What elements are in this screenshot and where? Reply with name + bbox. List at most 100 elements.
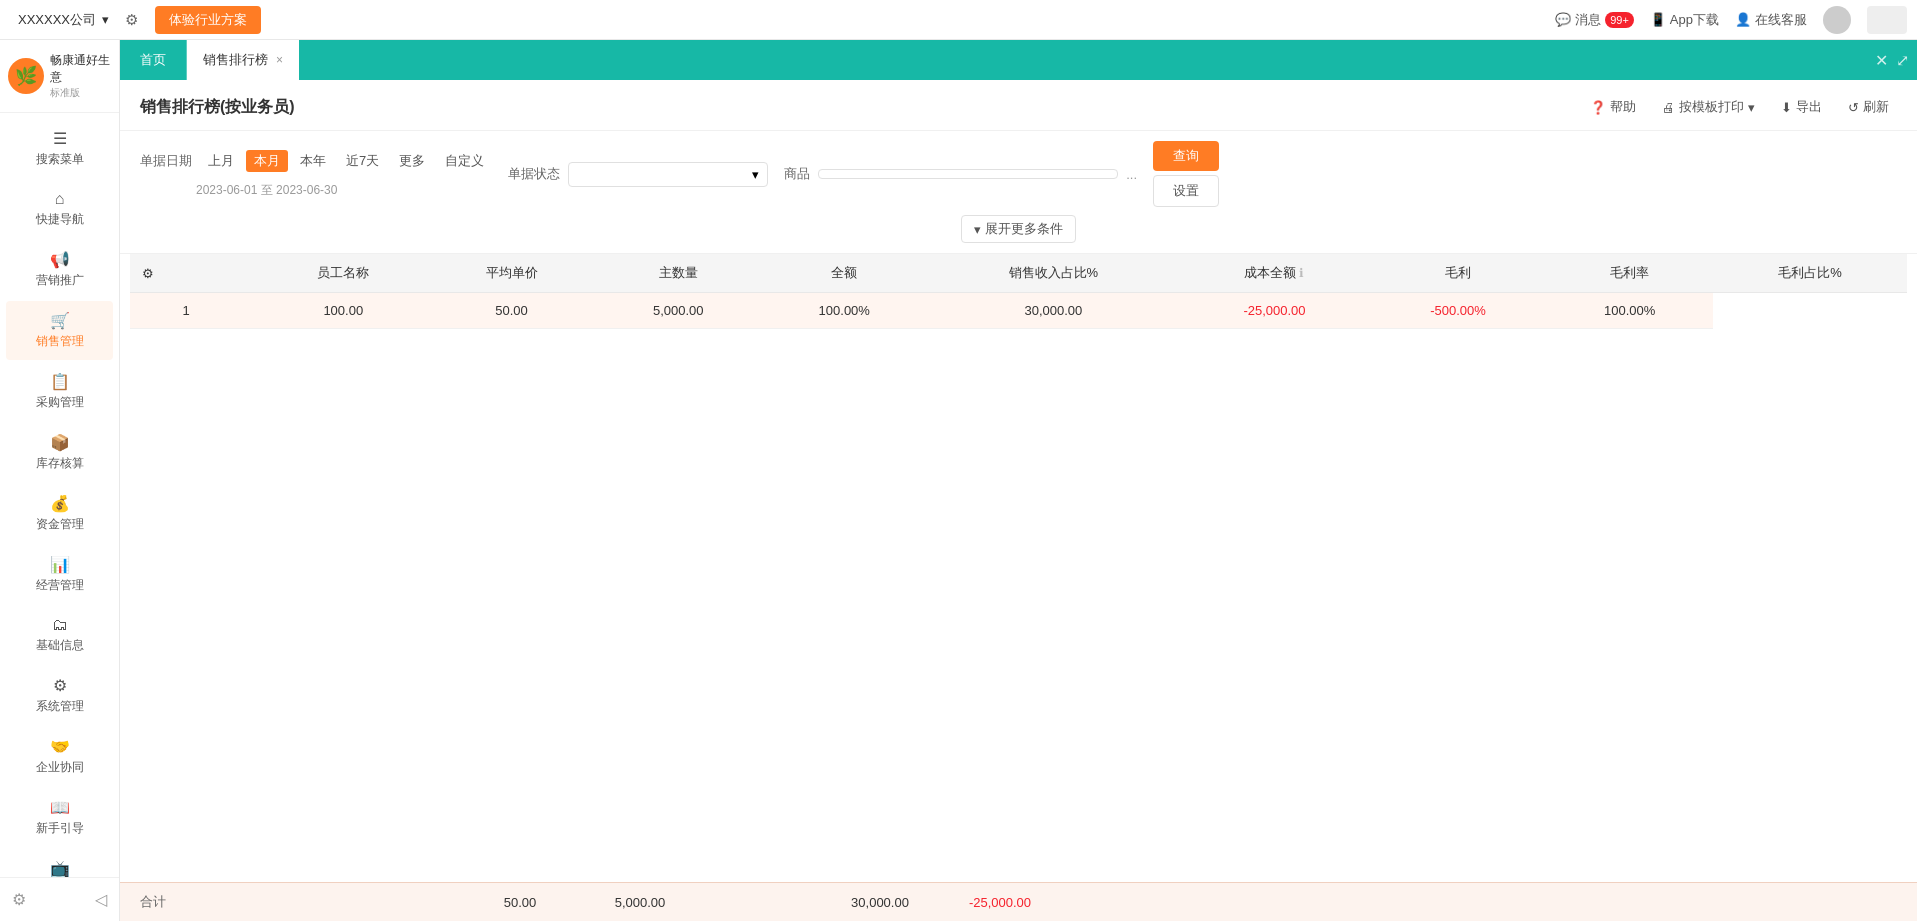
sidebar-item-system[interactable]: ⚙ 系统管理 bbox=[6, 666, 113, 725]
help-button[interactable]: ❓ 帮助 bbox=[1582, 94, 1644, 120]
date-tab-更多[interactable]: 更多 bbox=[391, 150, 433, 172]
sidebar-collapse-button[interactable]: ◁ bbox=[91, 886, 111, 913]
inventory-label: 库存核算 bbox=[36, 455, 84, 472]
column-profitRate: 毛利率 bbox=[1546, 254, 1713, 293]
logo-text: 畅康通好生意 bbox=[50, 52, 111, 86]
tab-maximize-icon[interactable]: ⤢ bbox=[1896, 51, 1909, 70]
date-range-display: 2023-06-01 至 2023-06-30 bbox=[196, 182, 337, 199]
finance-label: 资金管理 bbox=[36, 516, 84, 533]
cell-profit: -25,000.00 bbox=[1179, 293, 1370, 329]
date-filter-top: 单据日期 上月本月本年近7天更多自定义 bbox=[140, 150, 492, 172]
sidebar-item-quick-nav[interactable]: ⌂ 快捷导航 bbox=[6, 180, 113, 238]
company-selector[interactable]: XXXXXX公司 ▾ bbox=[10, 7, 117, 33]
top-bar: XXXXXX公司 ▾ ⚙ 体验行业方案 💬 消息 99+ 📱 App下载 👤 在… bbox=[0, 0, 1917, 40]
expand-label: 展开更多条件 bbox=[985, 220, 1063, 238]
date-tab-自定义[interactable]: 自定义 bbox=[437, 150, 492, 172]
tab-sales-ranking[interactable]: 销售排行榜 × bbox=[187, 40, 299, 80]
finance-icon: 💰 bbox=[50, 494, 70, 513]
sidebar-item-marketing[interactable]: 📢 营销推广 bbox=[6, 240, 113, 299]
column-avgPrice: 平均单价 bbox=[427, 254, 595, 293]
settings-gear-button[interactable]: ⚙ bbox=[117, 6, 145, 34]
enterprise-label: 企业协同 bbox=[36, 759, 84, 776]
message-badge: 99+ bbox=[1605, 12, 1634, 28]
query-button[interactable]: 查询 bbox=[1153, 141, 1219, 171]
logo-sub: 标准版 bbox=[50, 86, 111, 100]
date-tab-本月[interactable]: 本月 bbox=[246, 150, 288, 172]
column-gear-icon[interactable]: ⚙ bbox=[142, 266, 154, 281]
system-icon: ⚙ bbox=[53, 676, 67, 695]
goods-input[interactable] bbox=[818, 169, 1118, 179]
export-label: 导出 bbox=[1796, 98, 1822, 116]
table-row: 1100.0050.005,000.00100.00%30,000.00-25,… bbox=[130, 293, 1907, 329]
basic-info-icon: 🗂 bbox=[52, 616, 68, 634]
online-service-button[interactable]: 👤 在线客服 bbox=[1735, 11, 1807, 29]
status-chevron-icon: ▾ bbox=[752, 167, 759, 182]
tab-home[interactable]: 首页 bbox=[120, 40, 187, 80]
footer-cost-amount: 30,000.00 bbox=[820, 895, 940, 910]
sidebar-item-guide[interactable]: 📖 新手引导 bbox=[6, 788, 113, 847]
online-service-label: 在线客服 bbox=[1755, 11, 1807, 29]
refresh-label: 刷新 bbox=[1863, 98, 1889, 116]
app-download-button[interactable]: 📱 App下载 bbox=[1650, 11, 1719, 29]
date-label: 单据日期 bbox=[140, 152, 192, 170]
sidebar-menu: ☰ 搜索菜单 ⌂ 快捷导航 📢 营销推广 🛒 销售管理 📋 采购管理 📦 库存核… bbox=[0, 113, 119, 877]
sidebar-item-inventory[interactable]: 📦 库存核算 bbox=[6, 423, 113, 482]
sidebar-settings-button[interactable]: ⚙ bbox=[8, 886, 30, 913]
sidebar-item-operations[interactable]: 📊 经营管理 bbox=[6, 545, 113, 604]
cell-profitRate: -500.00% bbox=[1370, 293, 1546, 329]
message-button[interactable]: 💬 消息 99+ bbox=[1555, 11, 1634, 29]
cost-info-icon[interactable]: ℹ bbox=[1299, 266, 1304, 280]
sidebar-item-enterprise[interactable]: 🤝 企业协同 bbox=[6, 727, 113, 786]
search-order-icon: ☰ bbox=[53, 129, 67, 148]
sidebar-item-app-center[interactable]: 📺 应用中心 bbox=[6, 849, 113, 877]
status-filter-group: 单据状态 ▾ bbox=[508, 162, 768, 187]
print-label: 按模板打印 bbox=[1679, 98, 1744, 116]
filter-setting-button[interactable]: 设置 bbox=[1153, 175, 1219, 207]
sidebar-item-search-order[interactable]: ☰ 搜索菜单 bbox=[6, 119, 113, 178]
goods-more-button[interactable]: ... bbox=[1126, 167, 1137, 182]
date-tab-近7天[interactable]: 近7天 bbox=[338, 150, 387, 172]
sidebar-item-finance[interactable]: 💰 资金管理 bbox=[6, 484, 113, 543]
sales-label: 销售管理 bbox=[36, 333, 84, 350]
tab-label: 销售排行榜 bbox=[203, 51, 268, 69]
trial-button[interactable]: 体验行业方案 bbox=[155, 6, 261, 34]
system-label: 系统管理 bbox=[36, 698, 84, 715]
action-buttons: 查询 设置 bbox=[1153, 141, 1219, 207]
export-button[interactable]: ⬇ 导出 bbox=[1773, 94, 1830, 120]
column-name: 员工名称 bbox=[259, 254, 427, 293]
sidebar-item-sales[interactable]: 🛒 销售管理 bbox=[6, 301, 113, 360]
sidebar-item-basic-info[interactable]: 🗂 基础信息 bbox=[6, 606, 113, 664]
refresh-button[interactable]: ↺ 刷新 bbox=[1840, 94, 1897, 120]
print-button[interactable]: 🖨 按模板打印 ▾ bbox=[1654, 94, 1763, 120]
quick-nav-label: 快捷导航 bbox=[36, 211, 84, 228]
tab-close-button[interactable]: × bbox=[276, 53, 283, 67]
row-gear[interactable] bbox=[130, 293, 166, 329]
date-tab-上月[interactable]: 上月 bbox=[200, 150, 242, 172]
help-label: 帮助 bbox=[1610, 98, 1636, 116]
user-name-display bbox=[1867, 6, 1907, 34]
guide-icon: 📖 bbox=[50, 798, 70, 817]
footer-values: 50.00 5,000.00 30,000.00 -25,000.00 bbox=[460, 895, 1897, 910]
sidebar-item-purchase[interactable]: 📋 采购管理 bbox=[6, 362, 113, 421]
print-icon: 🖨 bbox=[1662, 100, 1675, 115]
purchase-label: 采购管理 bbox=[36, 394, 84, 411]
expand-conditions-button[interactable]: ▾ 展开更多条件 bbox=[961, 215, 1076, 243]
footer-qty: 50.00 bbox=[460, 895, 580, 910]
cell-saleRatio: 100.00% bbox=[761, 293, 928, 329]
status-select[interactable]: ▾ bbox=[568, 162, 768, 187]
app-download-label: App下载 bbox=[1670, 11, 1719, 29]
column-settings[interactable]: ⚙ bbox=[130, 254, 166, 293]
column-amount: 全额 bbox=[761, 254, 928, 293]
footer-amount: 5,000.00 bbox=[580, 895, 700, 910]
sidebar-bottom: ⚙ ◁ bbox=[0, 877, 119, 921]
cell-amount: 5,000.00 bbox=[596, 293, 761, 329]
avatar[interactable] bbox=[1823, 6, 1851, 34]
export-icon: ⬇ bbox=[1781, 100, 1792, 115]
column-costAmount: 成本全额ℹ bbox=[1179, 254, 1370, 293]
page-title: 销售排行榜(按业务员) bbox=[140, 97, 295, 118]
expand-row: ▾ 展开更多条件 bbox=[140, 215, 1897, 243]
date-tab-本年[interactable]: 本年 bbox=[292, 150, 334, 172]
data-table: ⚙员工名称平均单价主数量全额销售收入占比%成本全额ℹ毛利毛利率毛利占比% 110… bbox=[130, 254, 1907, 329]
tab-close-window-icon[interactable]: ✕ bbox=[1875, 51, 1888, 70]
cell-qty: 50.00 bbox=[427, 293, 595, 329]
